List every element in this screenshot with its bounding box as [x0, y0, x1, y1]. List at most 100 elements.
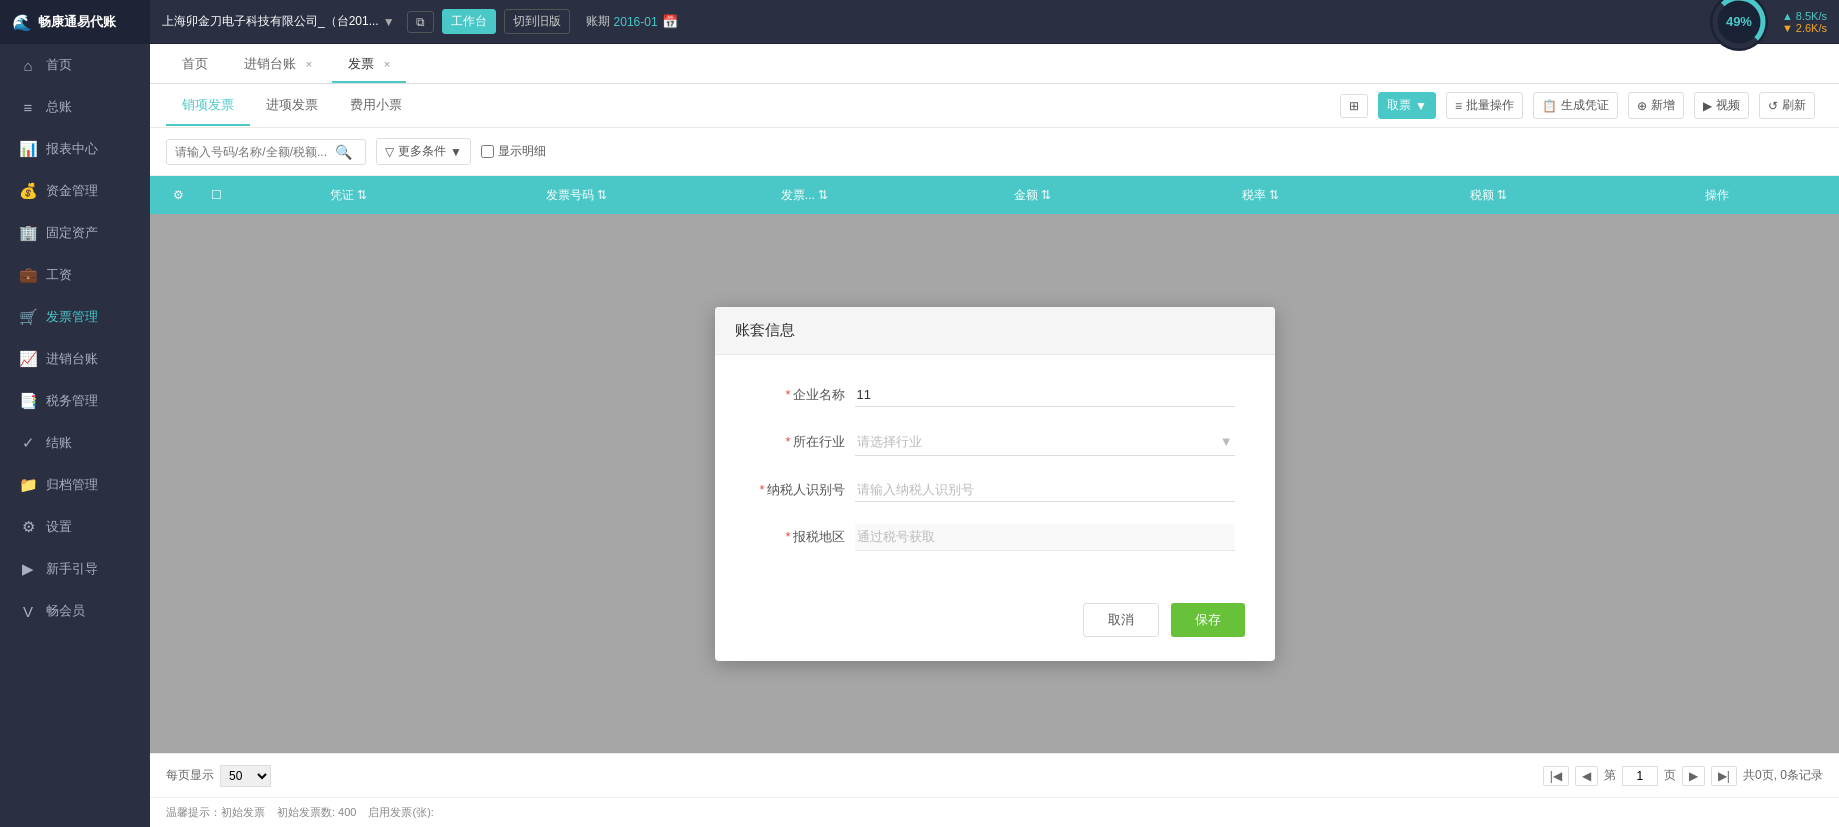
- tab-home[interactable]: 首页: [166, 47, 224, 83]
- add-icon: ⊕: [1637, 99, 1647, 113]
- per-page-select[interactable]: 50 100 200: [220, 765, 271, 787]
- network-speed: ▲ 8.5K/s ▼ 2.6K/s: [1782, 10, 1827, 34]
- page-label: 第: [1604, 767, 1616, 784]
- show-detail-checkbox[interactable]: 显示明细: [481, 143, 546, 160]
- tab-sales-ledger-label: 进销台账: [244, 56, 296, 71]
- down-arrow-icon: ▼: [1782, 22, 1793, 34]
- tab-bar: 首页 进销台账 × 发票 ×: [150, 44, 1839, 84]
- sidebar-item-member[interactable]: V 畅会员: [0, 590, 150, 632]
- sidebar-item-ledger[interactable]: ≡ 总账: [0, 86, 150, 128]
- calendar-icon[interactable]: 📅: [662, 14, 678, 29]
- th-tax-amount: 税额⇅: [1375, 187, 1603, 204]
- sidebar-item-reports[interactable]: 📊 报表中心: [0, 128, 150, 170]
- first-page-btn[interactable]: |◀: [1543, 766, 1569, 786]
- refresh-btn[interactable]: ↺ 刷新: [1759, 92, 1815, 119]
- invoice-icon: 🛒: [18, 308, 38, 326]
- th-voucher: 凭证⇅: [234, 187, 462, 204]
- new-btn[interactable]: ⊕ 新增: [1628, 92, 1684, 119]
- select-industry[interactable]: 请选择行业 ▼: [855, 429, 1235, 456]
- sidebar-item-tax[interactable]: 📑 税务管理: [0, 380, 150, 422]
- sidebar-item-label: 新手引导: [46, 560, 98, 578]
- form-row-tax-region: 报税地区 通过税号获取: [755, 524, 1235, 551]
- tab-invoice[interactable]: 发票 ×: [332, 47, 406, 83]
- search-box: 🔍: [166, 139, 366, 165]
- tax-icon: 📑: [18, 392, 38, 410]
- input-tax-id[interactable]: [855, 478, 1235, 502]
- sidebar-item-label: 归档管理: [46, 476, 98, 494]
- sort-icon[interactable]: ⇅: [818, 188, 828, 202]
- sidebar-item-funds[interactable]: 💰 资金管理: [0, 170, 150, 212]
- th-settings[interactable]: ⚙: [158, 188, 198, 202]
- search-icon[interactable]: 🔍: [335, 144, 352, 160]
- sidebar-item-sales[interactable]: 📈 进销台账: [0, 338, 150, 380]
- dialog-footer: 取消 保存: [715, 593, 1275, 661]
- sidebar-item-guide[interactable]: ▶ 新手引导: [0, 548, 150, 590]
- tab-invoice-close[interactable]: ×: [384, 58, 390, 70]
- settle-icon: ✓: [18, 434, 38, 452]
- generate-label: 生成凭证: [1561, 97, 1609, 114]
- settings-icon: ⚙: [18, 518, 38, 536]
- refresh-label: 刷新: [1782, 97, 1806, 114]
- content-area: 账套信息 企业名称 所在行业 请选择行业 ▼: [150, 214, 1839, 753]
- copy-btn[interactable]: ⧉: [407, 11, 434, 33]
- network-percent: 49%: [1726, 14, 1752, 29]
- cancel-btn[interactable]: 取消: [1083, 603, 1159, 637]
- label-industry: 所在行业: [755, 433, 855, 451]
- th-checkbox[interactable]: ☐: [198, 188, 234, 202]
- sidebar-item-settle[interactable]: ✓ 结账: [0, 422, 150, 464]
- sidebar-item-label: 固定资产: [46, 224, 98, 242]
- last-page-btn[interactable]: ▶|: [1711, 766, 1737, 786]
- sort-icon[interactable]: ⇅: [1497, 188, 1507, 202]
- prev-page-btn[interactable]: ◀: [1575, 766, 1598, 786]
- generate-btn[interactable]: 📋 生成凭证: [1533, 92, 1618, 119]
- sales-icon: 📈: [18, 350, 38, 368]
- batch-label: 批量操作: [1466, 97, 1514, 114]
- sidebar-item-archive[interactable]: 📁 归档管理: [0, 464, 150, 506]
- sidebar-item-label: 工资: [46, 266, 72, 284]
- sidebar: 🌊 畅康通易代账 ⌂ 首页 ≡ 总账 📊 报表中心 💰 资金管理 🏢 固定: [0, 0, 150, 827]
- sub-tab-purchase-invoice[interactable]: 进项发票: [250, 86, 334, 126]
- sort-icon[interactable]: ⇅: [597, 188, 607, 202]
- sidebar-item-salary[interactable]: 💼 工资: [0, 254, 150, 296]
- sub-tab-expense-note[interactable]: 费用小票: [334, 86, 418, 126]
- sub-tab-bar: 销项发票 进项发票 费用小票 ⊞ 取票 ▼ ≡ 批量操作: [150, 84, 1839, 128]
- sidebar-item-settings[interactable]: ⚙ 设置: [0, 506, 150, 548]
- sidebar-item-home[interactable]: ⌂ 首页: [0, 44, 150, 86]
- workbench-btn[interactable]: 工作台: [442, 9, 496, 34]
- sort-icon[interactable]: ⇅: [357, 188, 367, 202]
- logo-icon: 🌊: [12, 13, 32, 32]
- save-btn[interactable]: 保存: [1171, 603, 1245, 637]
- sidebar-item-label: 发票管理: [46, 308, 98, 326]
- grid-icon: ⊞: [1349, 99, 1359, 113]
- tab-sales-ledger-close[interactable]: ×: [306, 58, 312, 70]
- search-input[interactable]: [175, 145, 335, 159]
- copy-icon: ⧉: [416, 15, 425, 29]
- sort-icon[interactable]: ⇅: [1269, 188, 1279, 202]
- home-icon: ⌂: [18, 57, 38, 74]
- sidebar-item-invoice[interactable]: 🛒 发票管理: [0, 296, 150, 338]
- ledger-icon: ≡: [18, 99, 38, 116]
- network-circle: 49%: [1710, 0, 1768, 51]
- sidebar-item-label: 首页: [46, 56, 72, 74]
- tax-region-display: 通过税号获取: [855, 524, 1235, 551]
- th-tax-rate: 税率⇅: [1147, 187, 1375, 204]
- grid-view-btn[interactable]: ⊞: [1340, 94, 1368, 118]
- sub-tab-sales-invoice[interactable]: 销项发票: [166, 86, 250, 126]
- ticket-btn[interactable]: 取票 ▼: [1378, 92, 1436, 119]
- new-label: 新增: [1651, 97, 1675, 114]
- input-company-name[interactable]: [855, 383, 1235, 407]
- sidebar-item-assets[interactable]: 🏢 固定资产: [0, 212, 150, 254]
- sidebar-item-label: 结账: [46, 434, 72, 452]
- video-btn[interactable]: ▶ 视频: [1694, 92, 1749, 119]
- label-tax-id: 纳税人识别号: [755, 481, 855, 499]
- sort-icon[interactable]: ⇅: [1041, 188, 1051, 202]
- sub-tab-sales-invoice-label: 销项发票: [182, 97, 234, 112]
- switch-old-btn[interactable]: 切到旧版: [504, 9, 570, 34]
- next-page-btn[interactable]: ▶: [1682, 766, 1705, 786]
- tab-sales-ledger[interactable]: 进销台账 ×: [228, 47, 328, 83]
- page-input[interactable]: [1622, 766, 1658, 786]
- batch-btn[interactable]: ≡ 批量操作: [1446, 92, 1523, 119]
- more-conditions-btn[interactable]: ▽ 更多条件 ▼: [376, 138, 471, 165]
- show-detail-input[interactable]: [481, 145, 494, 158]
- company-selector[interactable]: 上海卯金刀电子科技有限公司_（台201... ▼: [162, 13, 395, 30]
